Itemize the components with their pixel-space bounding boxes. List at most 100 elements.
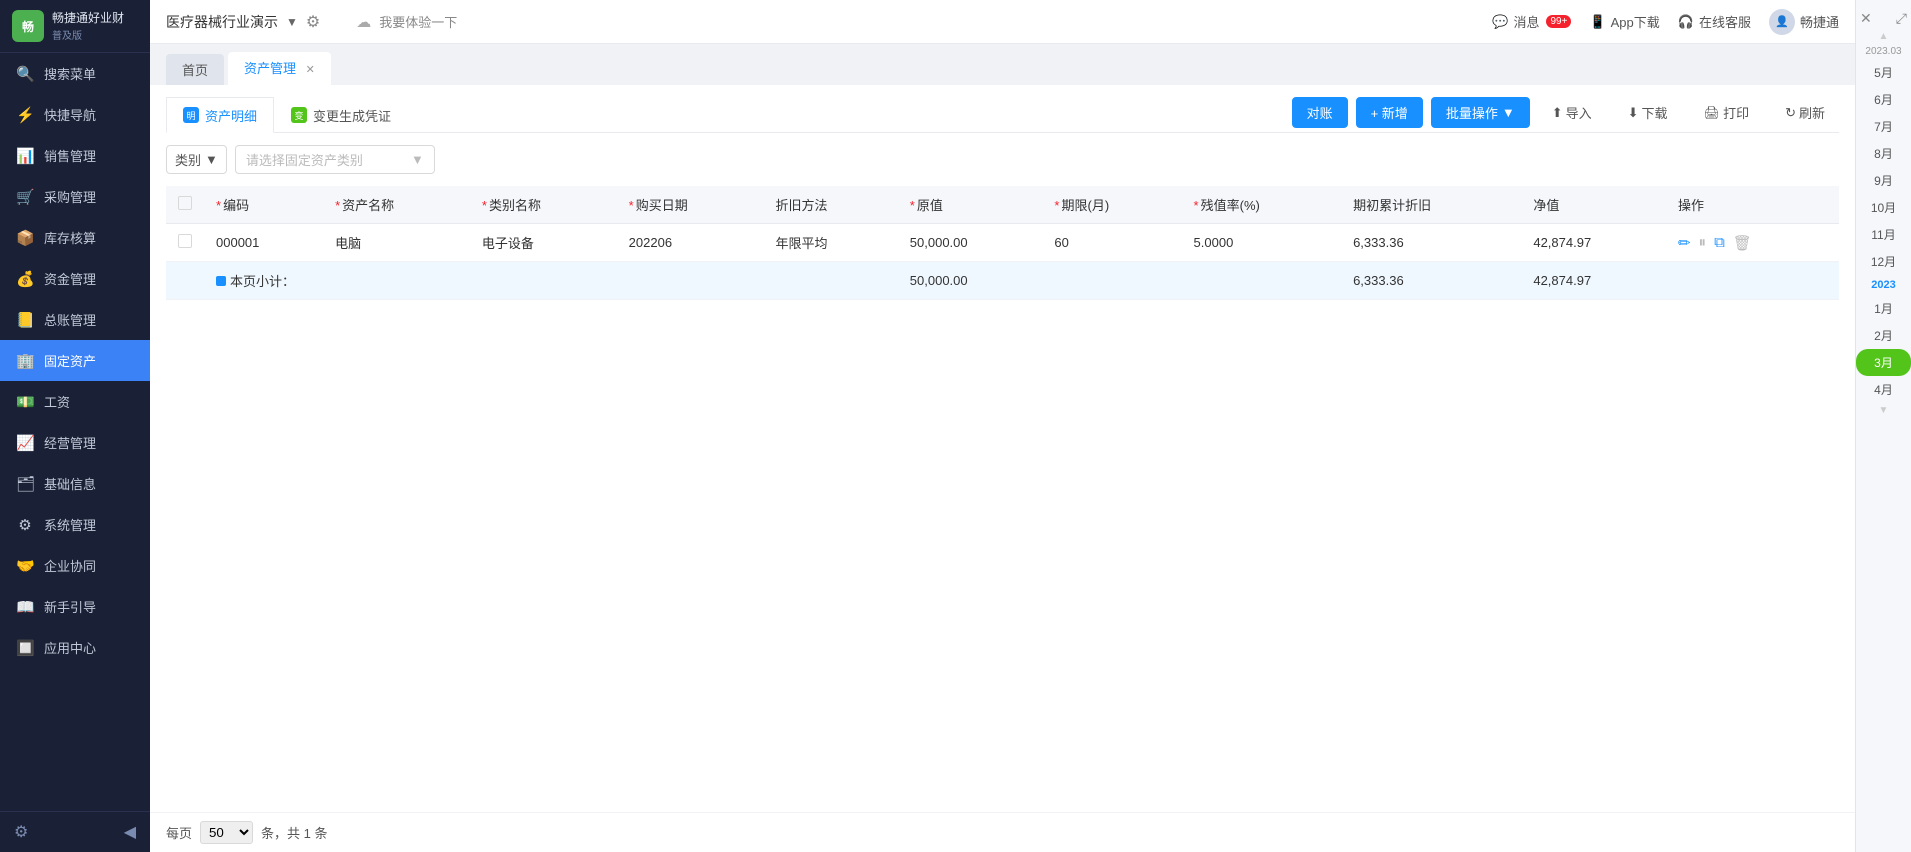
download-icon: 📱 (1589, 14, 1605, 30)
sidebar-item-quick-nav[interactable]: ⚡ 快捷导航 (0, 94, 150, 135)
import-icon: ⬆ (1552, 105, 1563, 121)
sidebar-item-fixed-assets[interactable]: 🏢 固定资产 (0, 340, 150, 381)
copy-icon[interactable]: ⧉ (1714, 234, 1725, 251)
per-page-select[interactable]: 50 100 200 (200, 821, 253, 844)
print-button[interactable]: 🖨 打印 (1690, 98, 1764, 127)
sidebar-item-label: 经营管理 (44, 433, 96, 452)
service-button[interactable]: 🎧 在线客服 (1678, 12, 1751, 31)
row-checkbox-cell[interactable] (166, 224, 204, 262)
sidebar: 畅 畅捷通好业财 普及版 🔍 搜索菜单 ⚡ 快捷导航 📊 销售管理 🛒 采购管理… (0, 0, 150, 852)
experience-text[interactable]: 我要体验一下 (379, 12, 457, 31)
voucher-icon: 变 (291, 107, 307, 123)
category-input[interactable]: 请选择固定资产类别 ▼ (235, 145, 435, 174)
month-4[interactable]: 4月 (1856, 376, 1911, 403)
select-all-checkbox[interactable] (178, 196, 192, 210)
right-panel-close-icon[interactable]: ✕ (1860, 10, 1872, 27)
sidebar-item-operations[interactable]: 📈 经营管理 (0, 422, 150, 463)
subtab-asset-detail[interactable]: 明 资产明细 (166, 97, 274, 133)
month-8[interactable]: 8月 (1856, 140, 1911, 167)
category-placeholder: 请选择固定资产类别 (246, 150, 363, 169)
pause-icon[interactable]: ⏸ (1699, 234, 1707, 251)
subtotal-label: 本页小计： (230, 271, 295, 290)
subtotal-row: 本页小计： 50,000.00 6,333.36 42,874.97 (166, 262, 1839, 300)
sidebar-item-label: 搜索菜单 (44, 64, 96, 83)
cloud-icon: ☁ (356, 13, 371, 31)
month-5[interactable]: 5月 (1856, 59, 1911, 86)
edit-icon[interactable]: ✏ (1678, 234, 1691, 252)
sidebar-item-sales[interactable]: 📊 销售管理 (0, 135, 150, 176)
tab-home[interactable]: 首页 (166, 54, 224, 85)
service-icon: 🎧 (1678, 14, 1694, 30)
row-checkbox[interactable] (178, 234, 192, 248)
month-7[interactable]: 7月 (1856, 113, 1911, 140)
sidebar-item-guide[interactable]: 📖 新手引导 (0, 586, 150, 627)
subtab-voucher[interactable]: 变 变更生成凭证 (274, 97, 408, 132)
month-9[interactable]: 9月 (1856, 167, 1911, 194)
action-icons: ✏ ⏸ ⧉ 🗑 (1678, 234, 1827, 252)
month-11[interactable]: 11月 (1856, 221, 1911, 248)
category-dropdown-icon: ▼ (205, 152, 218, 167)
refresh-label: 刷新 (1799, 103, 1825, 122)
import-button[interactable]: ⬆ 导入 (1538, 98, 1606, 127)
sidebar-item-purchase[interactable]: 🛒 采购管理 (0, 176, 150, 217)
col-depreciation: 折旧方法 (763, 186, 897, 224)
download-button[interactable]: 📱 App下载 (1589, 12, 1659, 31)
settings-icon[interactable]: ⚙ (14, 822, 28, 842)
month-6[interactable]: 6月 (1856, 86, 1911, 113)
scroll-up-icon[interactable]: ▲ (1879, 29, 1889, 44)
select-all-header[interactable] (166, 186, 204, 224)
user-info[interactable]: 👤 畅捷通 (1769, 9, 1839, 35)
scroll-down-icon[interactable]: ▼ (1879, 403, 1889, 418)
year-label-prev: 2023.03 (1865, 44, 1901, 59)
month-2[interactable]: 2月 (1856, 322, 1911, 349)
asset-table-wrap: *编码 *资产名称 *类别名称 *购买日期 折旧方法 *原值 *期限(月) *残… (166, 186, 1839, 800)
cell-original-value: 50,000.00 (898, 224, 1043, 262)
cell-residual: 5.0000 (1182, 224, 1342, 262)
month-12[interactable]: 12月 (1856, 248, 1911, 275)
pagination-bar: 每页 50 100 200 条，共 1 条 (150, 812, 1855, 852)
filter-left: 类别 ▼ 请选择固定资产类别 ▼ (166, 145, 435, 174)
sidebar-item-label: 销售管理 (44, 146, 96, 165)
reconcile-button[interactable]: 对账 (1292, 97, 1348, 128)
month-1[interactable]: 1月 (1856, 295, 1911, 322)
sidebar-item-ledger[interactable]: 📒 总账管理 (0, 299, 150, 340)
refresh-button[interactable]: ↻ 刷新 (1771, 98, 1839, 127)
import-label: 导入 (1566, 103, 1592, 122)
tab-home-label: 首页 (182, 63, 208, 78)
topbar: 医疗器械行业演示 ▼ ⚙ ☁ 我要体验一下 💬 消息 99+ 📱 App下载 🎧… (150, 0, 1855, 44)
year-2023-label: 2023 (1871, 275, 1895, 295)
sidebar-item-inventory[interactable]: 📦 库存核算 (0, 217, 150, 258)
sidebar-item-salary[interactable]: 💵 工资 (0, 381, 150, 422)
collapse-sidebar-icon[interactable]: ◀ (124, 822, 136, 842)
subtotal-period (1042, 262, 1181, 300)
cell-name: 电脑 (323, 224, 470, 262)
sidebar-item-enterprise[interactable]: 🤝 企业协同 (0, 545, 150, 586)
category-filter[interactable]: 类别 ▼ (166, 145, 227, 174)
avatar: 👤 (1769, 9, 1795, 35)
batch-ops-button[interactable]: 批量操作 ▼ (1431, 97, 1530, 128)
app-edition: 普及版 (52, 27, 124, 42)
sidebar-item-basic-info[interactable]: 🗂 基础信息 (0, 463, 150, 504)
topbar-settings-icon[interactable]: ⚙ (306, 12, 320, 32)
right-panel-expand-icon[interactable]: ⤢ (1896, 10, 1907, 27)
sidebar-item-label: 固定资产 (44, 351, 96, 370)
month-10[interactable]: 10月 (1856, 194, 1911, 221)
sidebar-item-search[interactable]: 🔍 搜索菜单 (0, 53, 150, 94)
month-3-active[interactable]: 3月 (1856, 349, 1911, 376)
sidebar-item-system[interactable]: ⚙ 系统管理 (0, 504, 150, 545)
download-button[interactable]: ⬇ 下载 (1614, 98, 1682, 127)
col-name: *资产名称 (323, 186, 470, 224)
messages-button[interactable]: 💬 消息 99+ (1492, 12, 1571, 31)
print-icon: 🖨 (1704, 105, 1721, 121)
col-actions: 操作 (1666, 186, 1839, 224)
new-button[interactable]: + 新增 (1356, 97, 1423, 128)
tab-close-icon[interactable]: ✕ (306, 64, 315, 76)
app-logo: 畅 畅捷通好业财 普及版 (0, 0, 150, 53)
delete-icon[interactable]: 🗑 (1733, 234, 1752, 252)
topbar-left: 医疗器械行业演示 ▼ ⚙ ☁ 我要体验一下 (166, 12, 457, 32)
company-dropdown-icon[interactable]: ▼ (286, 15, 298, 29)
tab-asset-management[interactable]: 资产管理 ✕ (228, 52, 331, 85)
sidebar-item-funds[interactable]: 💰 资金管理 (0, 258, 150, 299)
col-original-value: *原值 (898, 186, 1043, 224)
sidebar-item-app-center[interactable]: 🔲 应用中心 (0, 627, 150, 668)
